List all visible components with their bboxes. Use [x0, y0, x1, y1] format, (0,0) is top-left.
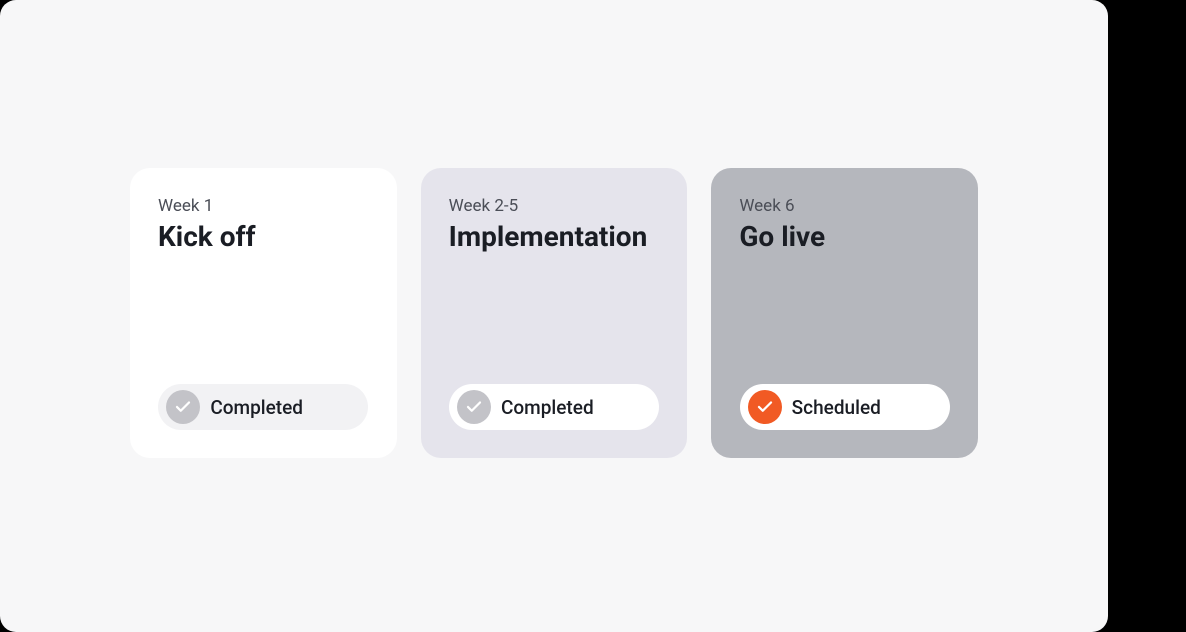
- card-spacer: [449, 254, 660, 384]
- card-title: Go live: [739, 220, 950, 254]
- timeline-card-implementation[interactable]: Week 2-5 Implementation Completed: [421, 168, 688, 458]
- card-spacer: [158, 254, 369, 384]
- check-icon: [457, 390, 491, 424]
- status-badge: Scheduled: [740, 384, 950, 430]
- card-title: Implementation: [449, 220, 660, 254]
- check-icon: [748, 390, 782, 424]
- card-week-label: Week 2-5: [449, 196, 660, 216]
- card-week-label: Week 6: [739, 196, 950, 216]
- timeline-cards-row: Week 1 Kick off Completed Week 2-5 Imple…: [130, 168, 978, 458]
- status-badge: Completed: [158, 384, 368, 430]
- timeline-panel: Week 1 Kick off Completed Week 2-5 Imple…: [0, 0, 1108, 632]
- check-icon: [166, 390, 200, 424]
- timeline-card-golive[interactable]: Week 6 Go live Scheduled: [711, 168, 978, 458]
- status-label: Completed: [210, 396, 303, 419]
- status-badge: Completed: [449, 384, 659, 430]
- card-spacer: [739, 254, 950, 384]
- status-label: Completed: [501, 396, 594, 419]
- card-title: Kick off: [158, 220, 369, 254]
- card-week-label: Week 1: [158, 196, 369, 216]
- timeline-card-kickoff[interactable]: Week 1 Kick off Completed: [130, 168, 397, 458]
- status-label: Scheduled: [792, 396, 881, 419]
